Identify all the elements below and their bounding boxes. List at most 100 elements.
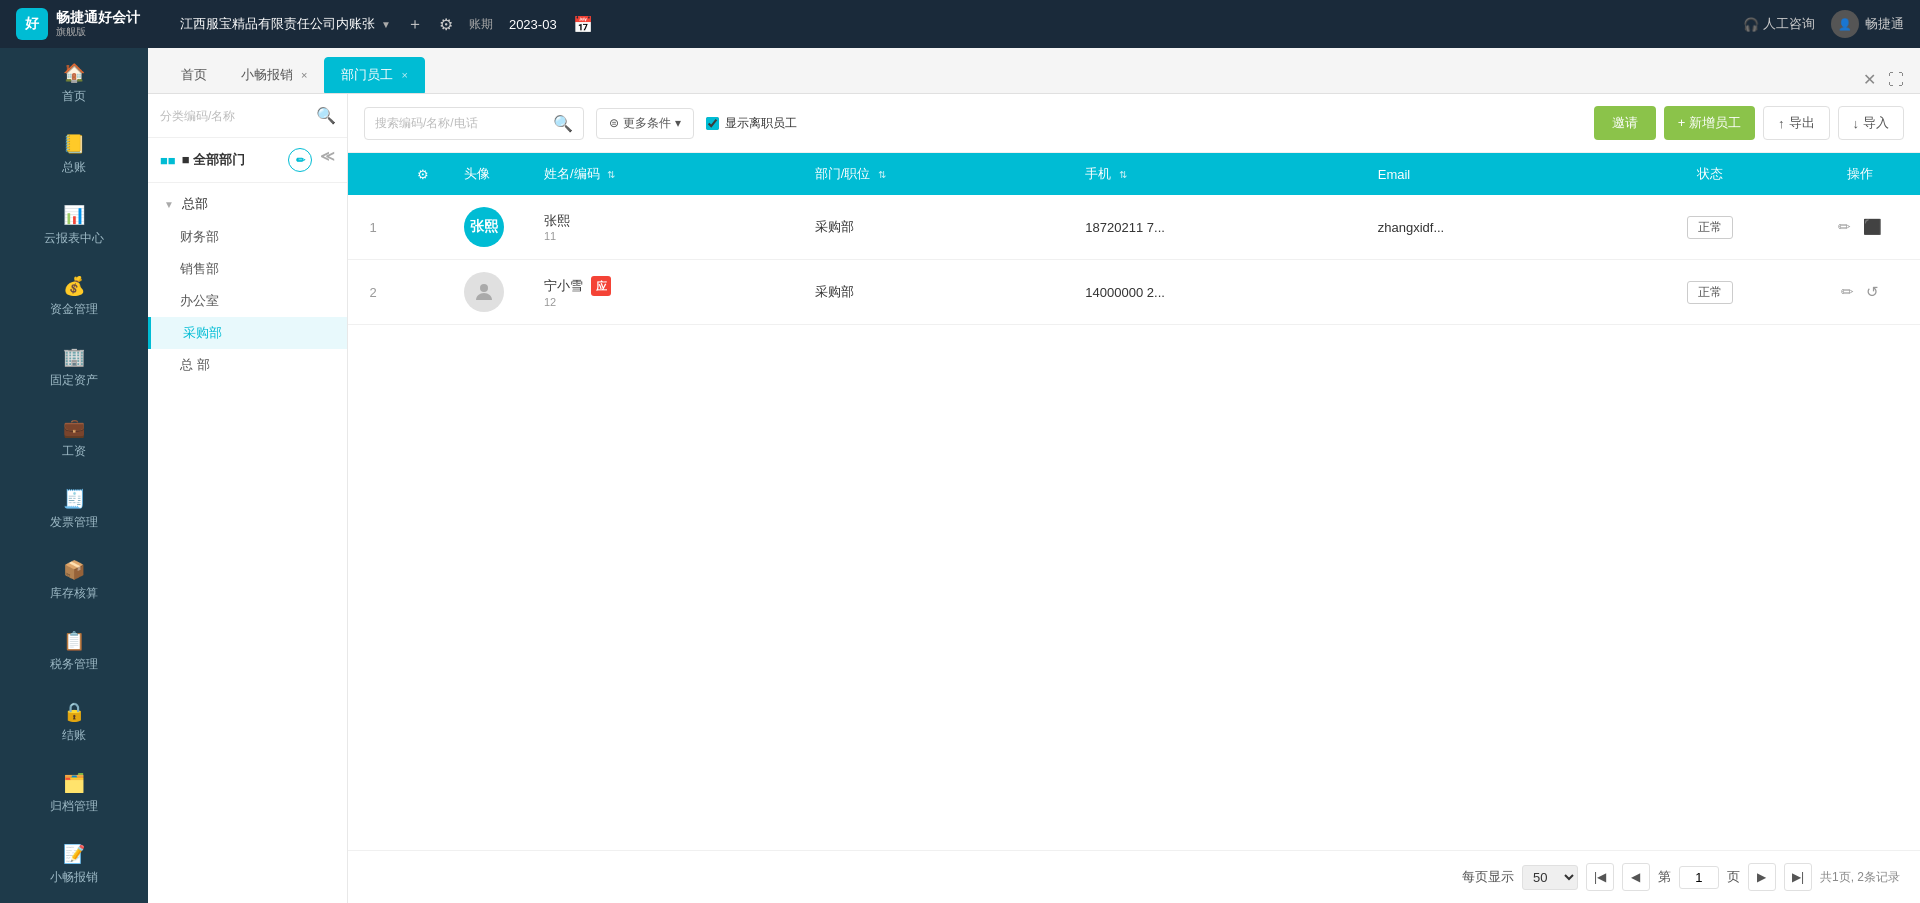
dept-edit-button[interactable]: ✏ (288, 148, 312, 172)
row-name-2: 宁小雪 应 12 (528, 260, 799, 325)
add-button[interactable]: ＋ (407, 14, 423, 35)
col-index (348, 153, 398, 195)
export-button[interactable]: ↑ 导出 (1763, 106, 1830, 140)
chart-icon: 📊 (63, 204, 85, 226)
toolbar-right: 邀请 + 新增员工 ↑ 导出 ↓ 导入 (1594, 106, 1904, 140)
sidebar-item-archive[interactable]: 🗂️ 归档管理 (0, 758, 148, 829)
edit-icon-1[interactable]: ✏ (1838, 218, 1851, 236)
dept-node-hq[interactable]: 总 部 (148, 349, 347, 381)
employee-panel: 🔍 ⊜ 更多条件 ▾ 显示离职员工 邀请 + 新增员工 (348, 94, 1920, 903)
dept-collapse-button[interactable]: ≪ (320, 148, 335, 172)
row-status-2: 正常 (1620, 260, 1800, 325)
sidebar-item-reports[interactable]: 📊 云报表中心 (0, 190, 148, 261)
col-email: Email (1362, 153, 1620, 195)
col-phone[interactable]: 手机 ⇅ (1069, 153, 1361, 195)
page-first-button[interactable]: |◀ (1586, 863, 1614, 891)
sidebar-item-general[interactable]: 📒 总账 (0, 119, 148, 190)
user-area[interactable]: 👤 畅捷通 (1831, 10, 1904, 38)
row-settings-2 (398, 260, 448, 325)
page-size-select[interactable]: 50 20 100 (1522, 865, 1578, 890)
header-right: 🎧 人工咨询 👤 畅捷通 (1743, 10, 1904, 38)
invoice-icon: 🧾 (63, 488, 85, 510)
table-row: 2 (348, 260, 1920, 325)
row-dept-1: 采购部 (799, 195, 1070, 260)
tab-home[interactable]: 首页 (164, 57, 224, 93)
col-name[interactable]: 姓名/编码 ⇅ (528, 153, 799, 195)
tab-employee[interactable]: 部门员工 × (324, 57, 424, 93)
app-logo-icon: 好 (16, 8, 48, 40)
dept-node-headquarter[interactable]: ▼ 总部 (148, 187, 347, 221)
dept-node-sales[interactable]: 销售部 (148, 253, 347, 285)
close-tab-icon[interactable]: ✕ (1863, 70, 1876, 89)
dept-search-area: 🔍 (148, 94, 347, 138)
money-icon: 💰 (63, 275, 85, 297)
row-avatar-2 (448, 260, 528, 325)
employee-search-box: 🔍 (364, 107, 584, 140)
sidebar-item-close[interactable]: 🔒 结账 (0, 687, 148, 758)
main-layout: 🏠 首页 📒 总账 📊 云报表中心 💰 资金管理 🏢 固定资产 💼 工资 🧾 发… (0, 48, 1920, 903)
row-index-1: 1 (348, 195, 398, 260)
search-icon[interactable]: 🔍 (553, 114, 573, 133)
page-last-button[interactable]: ▶| (1784, 863, 1812, 891)
show-resigned-checkbox[interactable] (706, 117, 719, 130)
dept-node-purchase[interactable]: 采购部 (148, 317, 347, 349)
settings-col-icon: ⚙ (417, 167, 429, 182)
sidebar-item-funds[interactable]: 💰 资金管理 (0, 261, 148, 332)
status-badge-2: 正常 (1687, 281, 1733, 304)
col-dept[interactable]: 部门/职位 ⇅ (799, 153, 1070, 195)
row-actions-1: ✏ ⬛ (1800, 195, 1920, 260)
pencil-icon: ✏ (296, 154, 305, 167)
tab-close-employee[interactable]: × (401, 69, 407, 81)
row-email-2 (1362, 260, 1620, 325)
employee-search-input[interactable] (375, 116, 547, 130)
calendar-icon[interactable]: 📅 (573, 15, 593, 34)
box-icon: 📦 (63, 559, 85, 581)
sidebar-item-salary[interactable]: 💼 工资 (0, 403, 148, 474)
page-next-button[interactable]: ▶ (1748, 863, 1776, 891)
tabs-bar: 首页 小畅报销 × 部门员工 × ✕ ⛶ (148, 48, 1920, 94)
logo-area: 好 畅捷通好会计 旗舰版 (16, 8, 164, 40)
tab-close-expense[interactable]: × (301, 69, 307, 81)
dept-search-input[interactable] (160, 109, 310, 123)
svg-point-0 (480, 284, 488, 292)
sidebar-item-invoice[interactable]: 🧾 发票管理 (0, 474, 148, 545)
export-icon: ↑ (1778, 116, 1785, 131)
dept-header: ■■ ■ 全部部门 ✏ ≪ (148, 138, 347, 183)
settings-icon[interactable]: ⚙ (439, 15, 453, 34)
dept-node-office[interactable]: 办公室 (148, 285, 347, 317)
service-button[interactable]: 🎧 人工咨询 (1743, 15, 1815, 33)
building-icon: 🏢 (63, 346, 85, 368)
add-employee-button[interactable]: + 新增员工 (1664, 106, 1755, 140)
sort-name-icon: ⇅ (607, 169, 615, 180)
sidebar-item-inventory[interactable]: 📦 库存核算 (0, 545, 148, 616)
import-button[interactable]: ↓ 导入 (1838, 106, 1905, 140)
dept-search-icon[interactable]: 🔍 (316, 106, 336, 125)
page-prev-button[interactable]: ◀ (1622, 863, 1650, 891)
company-selector[interactable]: 江西服宝精品有限责任公司内账张 ▼ (180, 15, 391, 33)
sidebar-item-home[interactable]: 🏠 首页 (0, 48, 148, 119)
archive-icon: 🗂️ (63, 772, 85, 794)
row-email-1: zhangxidf... (1362, 195, 1620, 260)
employee-table: ⚙ 头像 姓名/编码 ⇅ 部门/职位 ⇅ (348, 153, 1920, 850)
row-settings-1 (398, 195, 448, 260)
salary-icon: 💼 (63, 417, 85, 439)
invite-button[interactable]: 邀请 (1594, 106, 1656, 140)
logout-icon-1[interactable]: ⬛ (1863, 218, 1882, 236)
sidebar-item-expense[interactable]: 📝 小畅报销 (0, 829, 148, 900)
dept-all-departments-icon: ■■ (160, 153, 176, 168)
header-actions: ＋ ⚙ 账期 2023-03 📅 (407, 14, 593, 35)
filter-button[interactable]: ⊜ 更多条件 ▾ (596, 108, 694, 139)
col-settings[interactable]: ⚙ (398, 153, 448, 195)
col-action: 操作 (1800, 153, 1920, 195)
sidebar-item-tax[interactable]: 📋 税务管理 (0, 616, 148, 687)
home-icon: 🏠 (63, 62, 85, 84)
maximize-icon[interactable]: ⛶ (1888, 71, 1904, 89)
edit-icon-2[interactable]: ✏ (1841, 283, 1854, 301)
tab-expense[interactable]: 小畅报销 × (224, 57, 324, 93)
row-status-1: 正常 (1620, 195, 1800, 260)
page-number-input[interactable] (1679, 866, 1719, 889)
chevron-down-icon: ▼ (381, 19, 391, 30)
sidebar-item-assets[interactable]: 🏢 固定资产 (0, 332, 148, 403)
dept-node-finance[interactable]: 财务部 (148, 221, 347, 253)
refresh-icon-2[interactable]: ↺ (1866, 283, 1879, 301)
